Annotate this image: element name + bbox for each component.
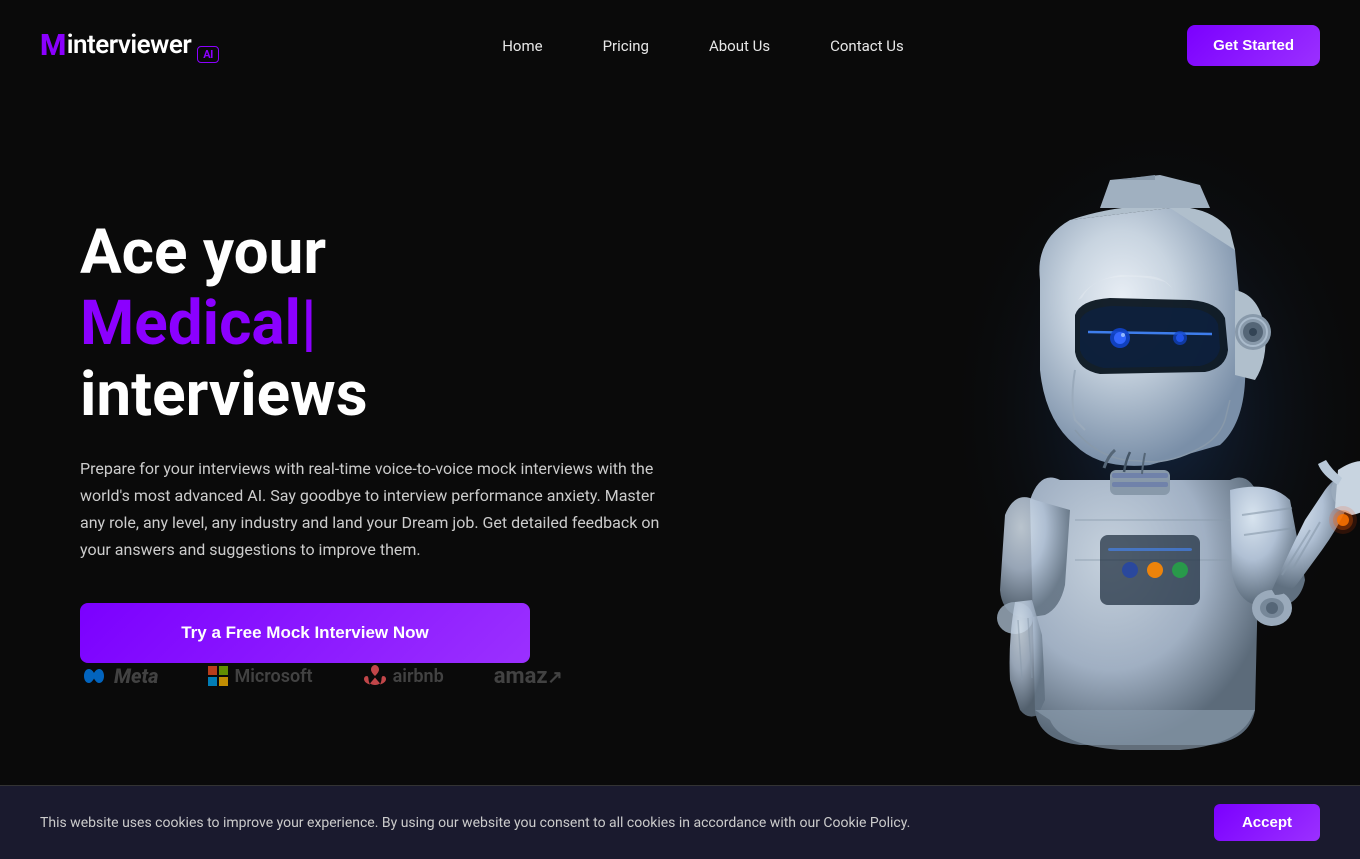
- nav-contact[interactable]: Contact Us: [830, 37, 904, 55]
- logo-ai-badge: AI: [197, 46, 219, 63]
- brands-bar: Meta Microsoft airbnb amaz↗: [80, 662, 563, 690]
- hero-headline-line1: Ace your: [80, 216, 326, 289]
- cta-button[interactable]: Try a Free Mock Interview Now: [80, 603, 530, 663]
- amazon-label: amaz↗: [494, 664, 563, 689]
- cookie-text: This website uses cookies to improve you…: [40, 815, 1194, 831]
- airbnb-label: airbnb: [393, 666, 444, 687]
- hero-description: Prepare for your interviews with real-ti…: [80, 455, 660, 564]
- accept-cookies-button[interactable]: Accept: [1214, 804, 1320, 841]
- microsoft-icon: [208, 666, 228, 686]
- navbar: Minterviewer AI Home Pricing About Us Con…: [0, 0, 1360, 90]
- get-started-button[interactable]: Get Started: [1187, 25, 1320, 66]
- hero-section: Ace your Medical| interviews Prepare for…: [0, 90, 1360, 750]
- hero-headline-accent: Medical|: [80, 287, 317, 360]
- hero-headline: Ace your Medical| interviews: [80, 217, 660, 431]
- brand-meta: Meta: [80, 662, 158, 690]
- logo[interactable]: Minterviewer AI: [40, 28, 219, 63]
- robot-svg: [860, 90, 1360, 750]
- nav-links: Home Pricing About Us Contact Us: [502, 36, 904, 55]
- hero-text-block: Ace your Medical| interviews Prepare for…: [80, 217, 660, 664]
- nav-about[interactable]: About Us: [709, 37, 770, 55]
- nav-pricing[interactable]: Pricing: [603, 37, 649, 55]
- hero-headline-line2: interviews: [80, 358, 368, 431]
- meta-label: Meta: [114, 664, 158, 688]
- meta-icon: [80, 662, 108, 690]
- microsoft-label: Microsoft: [234, 666, 312, 687]
- airbnb-icon: [363, 662, 387, 690]
- logo-m: M: [40, 28, 66, 63]
- brand-amazon: amaz↗: [494, 664, 563, 689]
- logo-text: interviewer: [67, 30, 191, 60]
- cookie-banner: This website uses cookies to improve you…: [0, 785, 1360, 859]
- hero-robot-image: [860, 90, 1360, 750]
- brand-airbnb: airbnb: [363, 662, 444, 690]
- nav-home[interactable]: Home: [502, 37, 542, 55]
- brand-microsoft: Microsoft: [208, 666, 312, 687]
